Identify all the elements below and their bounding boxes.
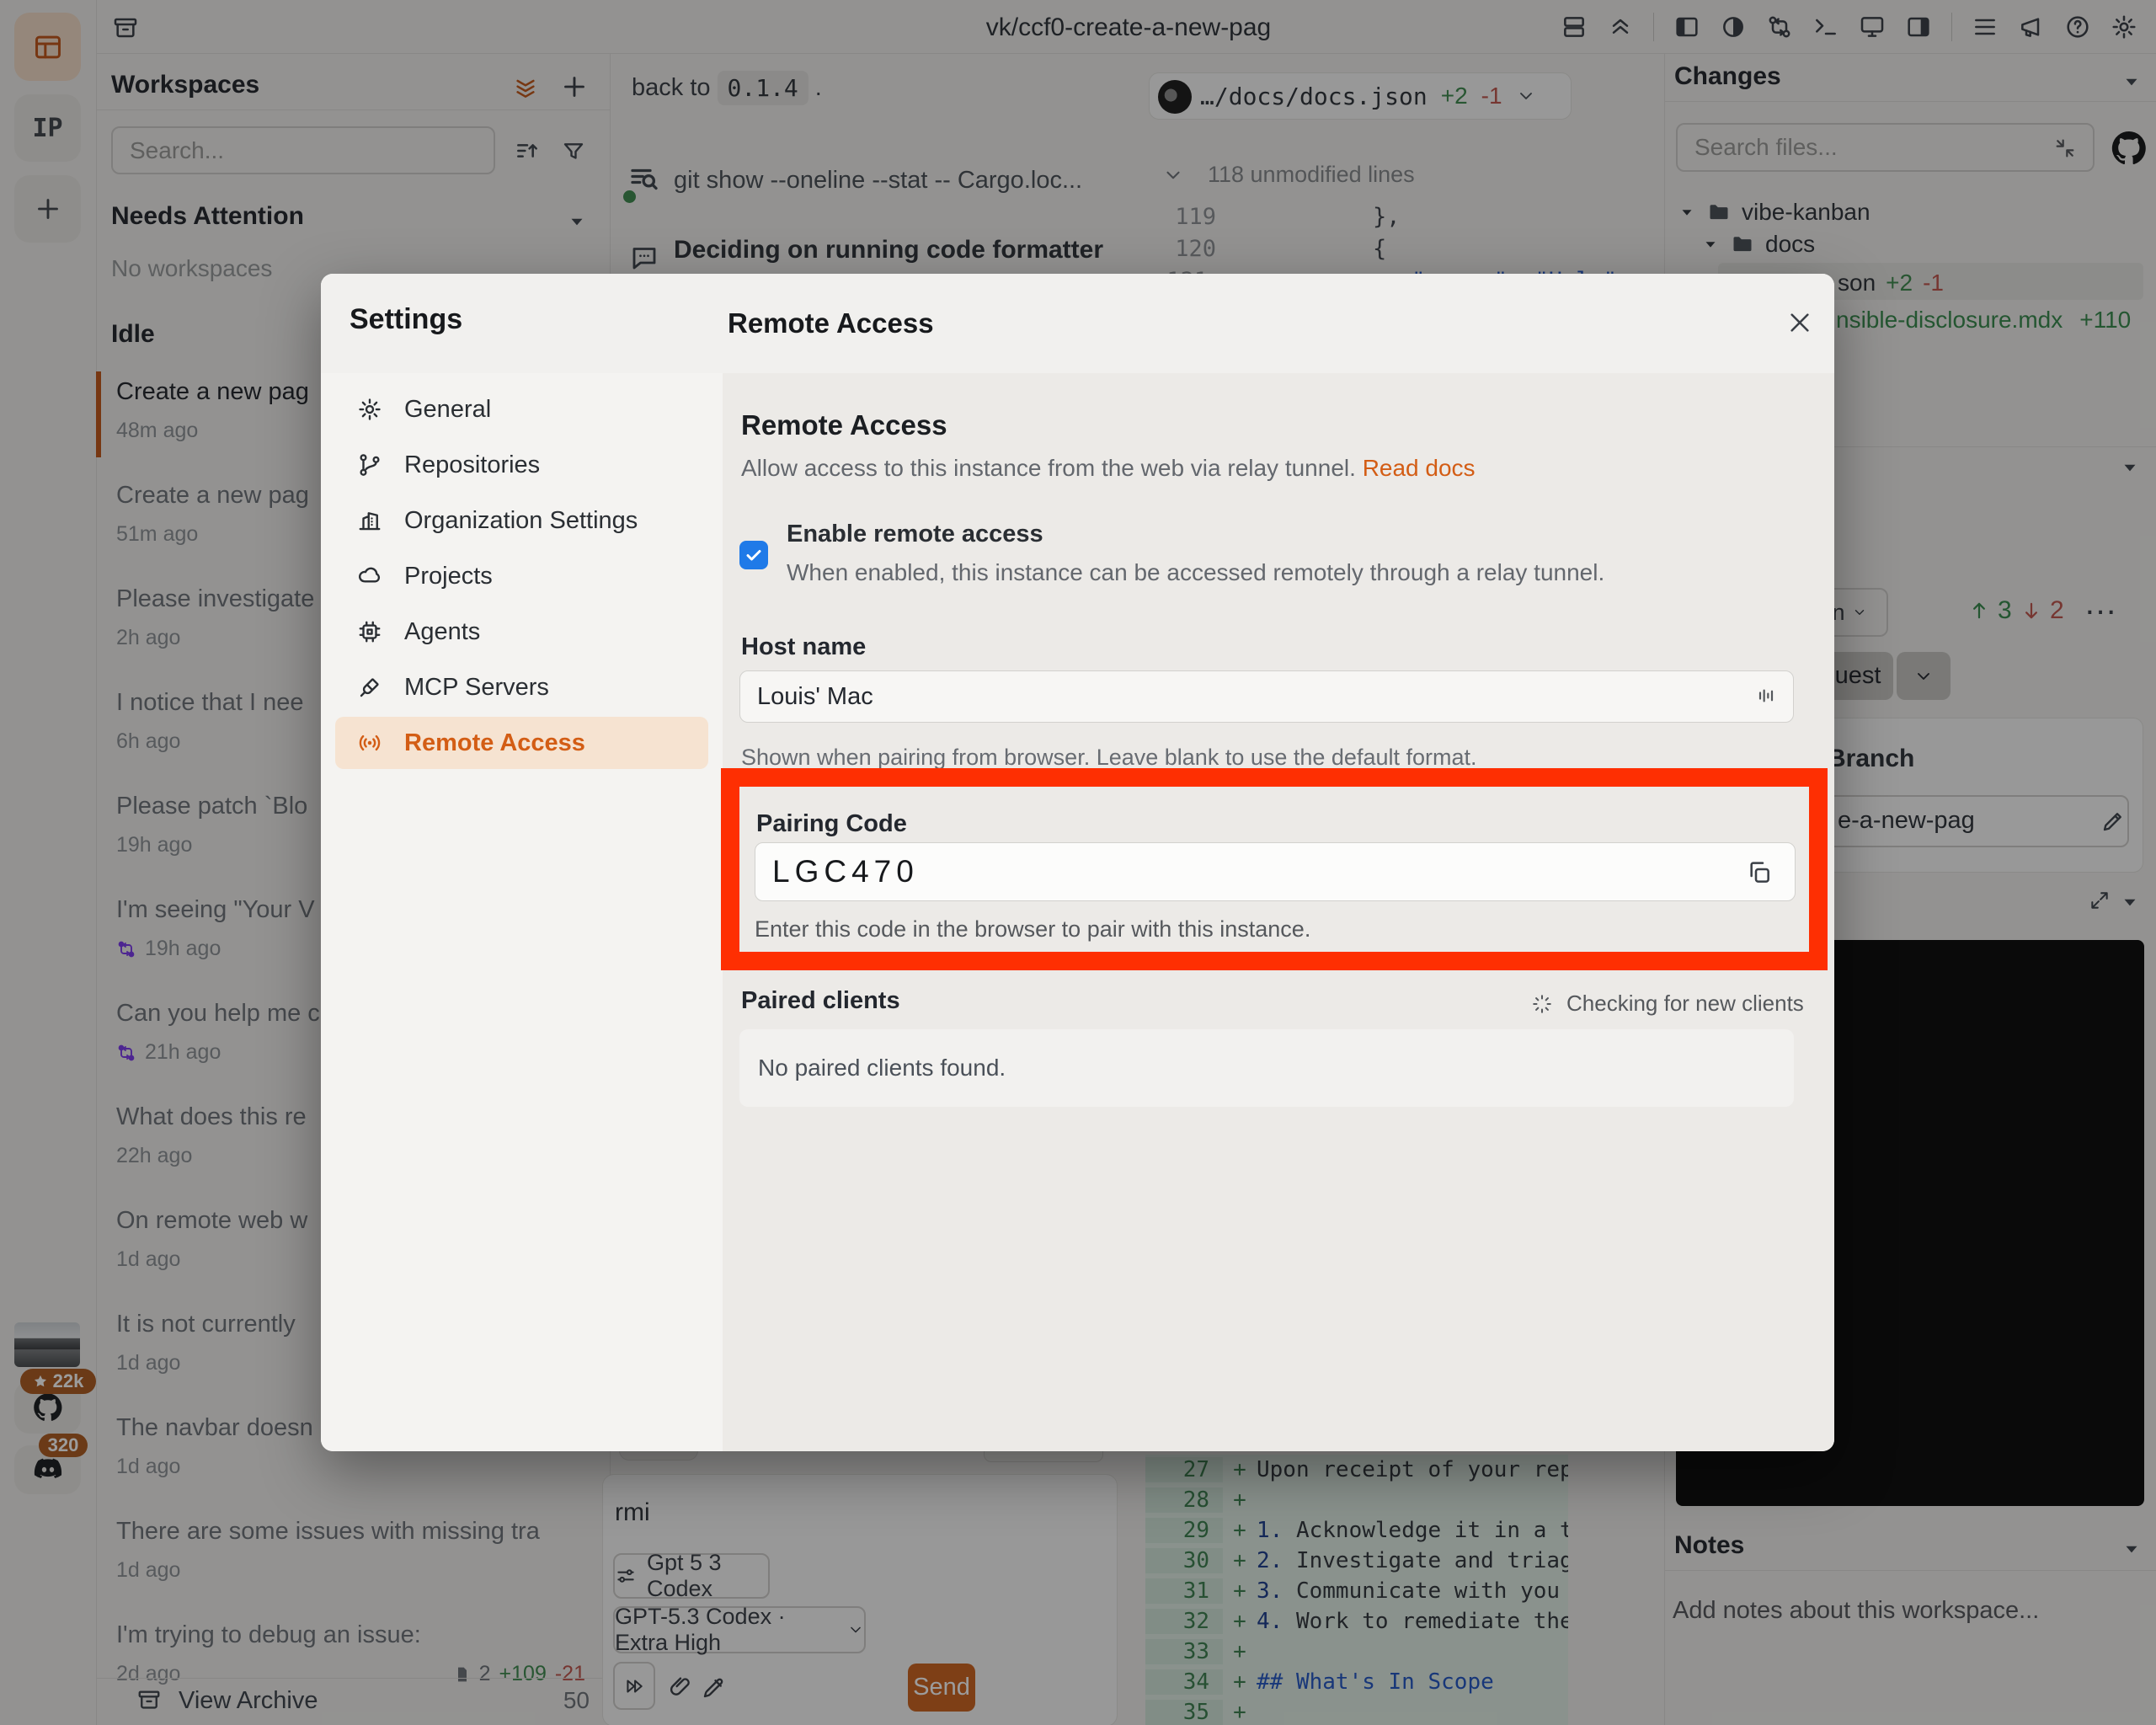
git-branch-icon — [357, 452, 382, 478]
read-docs-link[interactable]: Read docs — [1363, 455, 1476, 481]
broadcast-icon — [357, 730, 382, 756]
pairing-code-label: Pairing Code — [756, 810, 907, 838]
cloud-icon — [357, 563, 382, 589]
host-name-help: Shown when pairing from browser. Leave b… — [741, 745, 1477, 771]
paired-clients-status: Checking for new clients — [1531, 991, 1804, 1017]
settings-title: Settings — [350, 303, 462, 336]
section-description: Allow access to this instance from the w… — [741, 455, 1476, 482]
nav-item-general[interactable]: General — [335, 383, 708, 435]
nav-item-repositories[interactable]: Repositories — [335, 439, 708, 491]
nav-item-remote-access[interactable]: Remote Access — [335, 717, 708, 769]
pairing-code-input[interactable] — [755, 842, 1796, 901]
enable-label: Enable remote access — [787, 521, 1043, 548]
settings-modal: Settings Remote Access General Repositor… — [321, 274, 1834, 1451]
gear-icon — [357, 397, 382, 422]
settings-nav: General Repositories Organization Settin… — [321, 373, 723, 1451]
modal-header — [321, 274, 1834, 374]
spinner-icon — [1531, 993, 1553, 1015]
host-name-label: Host name — [741, 633, 866, 661]
paired-clients-panel: No paired clients found. — [739, 1029, 1794, 1107]
modal-title: Remote Access — [728, 307, 934, 339]
nav-item-agents[interactable]: Agents — [335, 606, 708, 658]
nav-item-organization-settings[interactable]: Organization Settings — [335, 494, 708, 547]
cpu-icon — [357, 619, 382, 644]
copy-icon[interactable] — [1746, 859, 1773, 886]
randomize-icon[interactable] — [1754, 684, 1778, 708]
close-icon[interactable] — [1786, 309, 1813, 336]
enable-remote-access-checkbox[interactable] — [739, 541, 768, 569]
plug-icon — [357, 675, 382, 700]
pairing-code-help: Enter this code in the browser to pair w… — [755, 916, 1310, 943]
nav-item-mcp-servers[interactable]: MCP Servers — [335, 661, 708, 713]
nav-item-projects[interactable]: Projects — [335, 550, 708, 602]
paired-clients-label: Paired clients — [741, 987, 900, 1015]
host-name-input[interactable] — [739, 670, 1794, 723]
paired-clients-empty: No paired clients found. — [758, 1055, 1006, 1081]
check-icon — [744, 545, 764, 565]
section-title: Remote Access — [741, 409, 947, 441]
enable-description: When enabled, this instance can be acces… — [787, 559, 1604, 586]
app-window: IP 22k 320 vk/ccf0-create-a-new-pag — [0, 0, 2156, 1725]
building-icon — [357, 508, 382, 533]
